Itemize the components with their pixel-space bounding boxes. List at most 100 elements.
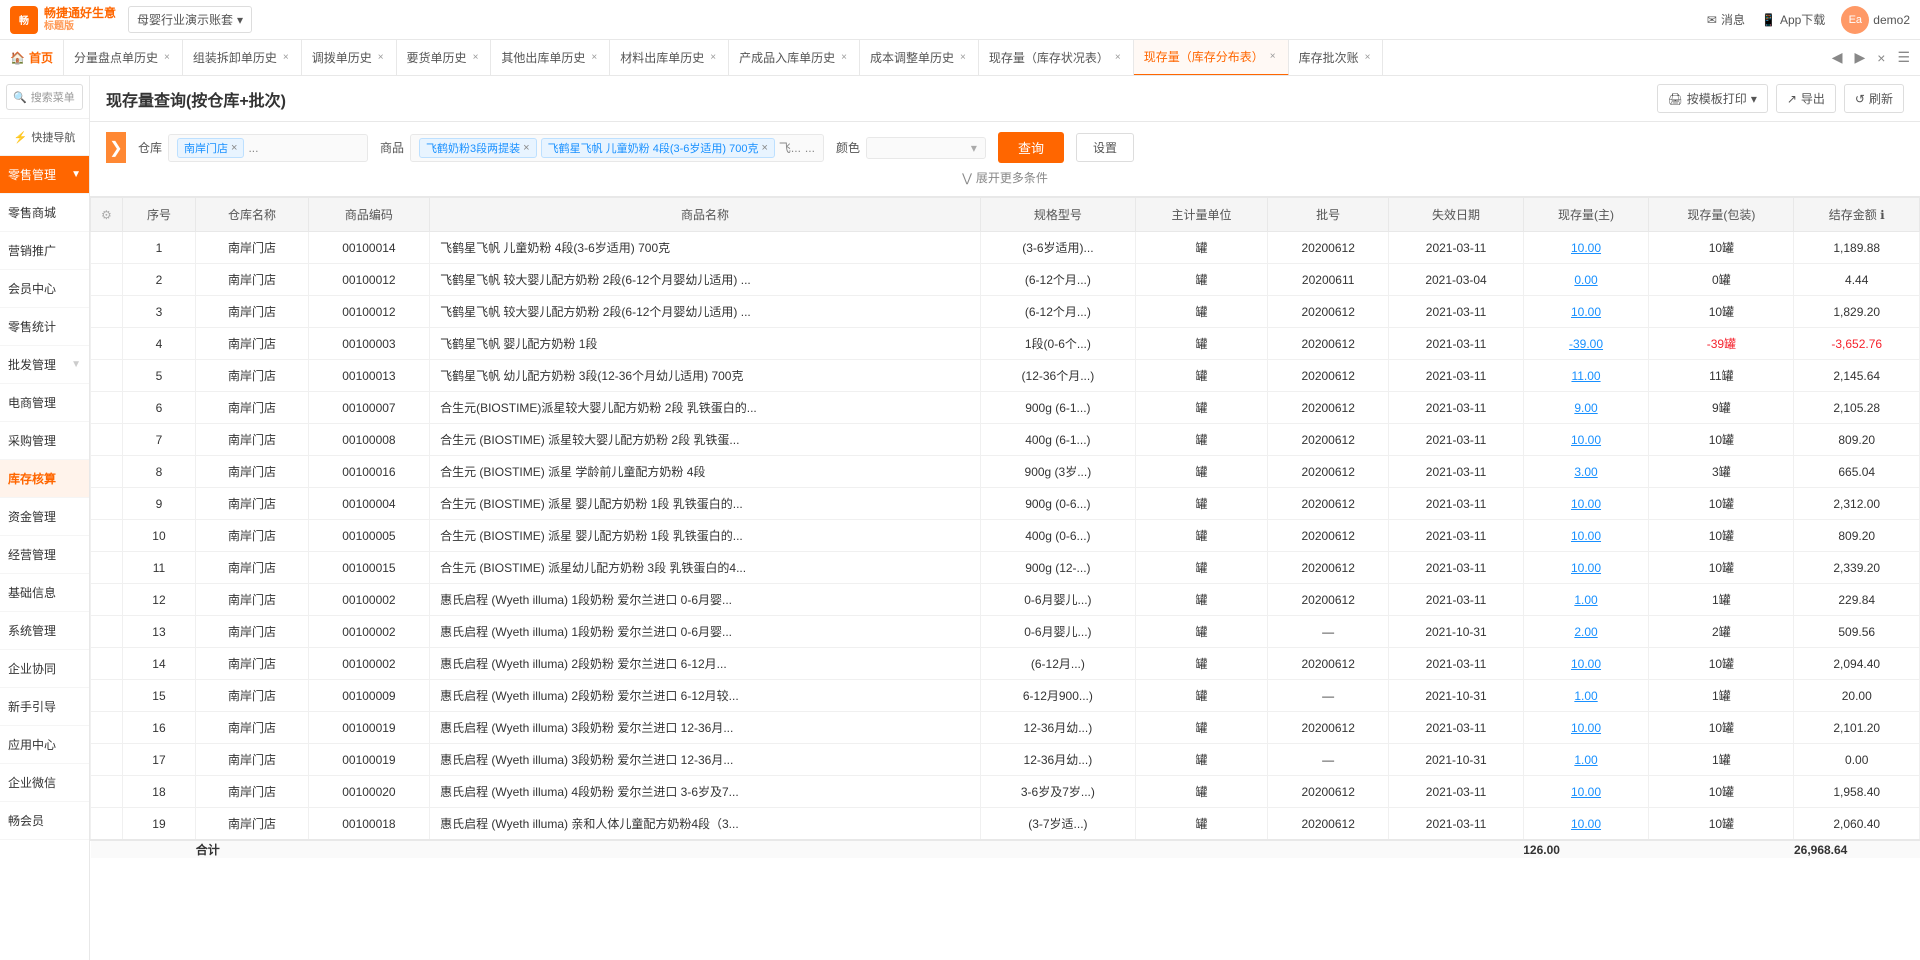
tab-inventory-distribution[interactable]: 现存量（库存分布表） × — [1134, 40, 1289, 76]
sidebar-item-batch-management[interactable]: 批发管理 ▼ — [0, 346, 89, 384]
sidebar-item-app-center[interactable]: 应用中心 — [0, 726, 89, 764]
row-settings[interactable] — [91, 744, 123, 776]
filter-expand-more[interactable]: ⋁ 展开更多条件 — [106, 169, 1904, 186]
tab-menu-button[interactable]: ☰ — [1893, 47, 1914, 68]
row-settings[interactable] — [91, 808, 123, 841]
row-qty-main[interactable]: 1.00 — [1523, 680, 1649, 712]
sidebar-item-quick-nav[interactable]: ⚡ 快捷导航 — [0, 123, 89, 151]
tab-mix-close[interactable]: × — [376, 51, 386, 64]
row-settings[interactable] — [91, 296, 123, 328]
app-download-button[interactable]: 📱 App下载 — [1761, 11, 1825, 28]
row-settings[interactable] — [91, 552, 123, 584]
row-settings[interactable] — [91, 392, 123, 424]
row-settings[interactable] — [91, 712, 123, 744]
sidebar-item-inventory-check[interactable]: 库存核算 — [0, 460, 89, 498]
warehouse-tag-container[interactable]: 南岸门店 × ... — [168, 134, 368, 162]
row-qty-main[interactable]: 10.00 — [1523, 776, 1649, 808]
tab-other-out[interactable]: 其他出库单历史 × — [491, 40, 610, 76]
tab-split-inventory-close[interactable]: × — [162, 51, 172, 64]
row-qty-main[interactable]: 10.00 — [1523, 520, 1649, 552]
product-tag-1[interactable]: 飞鹤奶粉3段两提装 × — [419, 138, 537, 158]
row-settings[interactable] — [91, 264, 123, 296]
tab-material-out[interactable]: 材料出库单历史 × — [610, 40, 729, 76]
product-tag-1-close[interactable]: × — [523, 142, 529, 154]
row-qty-main[interactable]: -39.00 — [1523, 328, 1649, 360]
table-wrapper[interactable]: ⚙ 序号 仓库名称 商品编码 商品名称 规格型号 主计量单位 批号 失效日期 现… — [90, 197, 1920, 960]
tab-mix-history[interactable]: 调拨单历史 × — [302, 40, 397, 76]
row-qty-main[interactable]: 10.00 — [1523, 712, 1649, 744]
row-qty-main[interactable]: 10.00 — [1523, 424, 1649, 456]
product-tag-container[interactable]: 飞鹤奶粉3段两提装 × 飞鹤星飞帆 儿童奶粉 4段(3-6岁适用) 700克 ×… — [410, 134, 824, 162]
row-qty-main[interactable]: 10.00 — [1523, 232, 1649, 264]
tab-cost-adjust[interactable]: 成本调整单历史 × — [860, 40, 979, 76]
row-qty-main[interactable]: 1.00 — [1523, 584, 1649, 616]
row-qty-main[interactable]: 2.00 — [1523, 616, 1649, 648]
row-settings[interactable] — [91, 520, 123, 552]
warehouse-tag-1[interactable]: 南岸门店 × — [177, 138, 244, 158]
row-qty-main[interactable]: 0.00 — [1523, 264, 1649, 296]
row-qty-main[interactable]: 10.00 — [1523, 296, 1649, 328]
tab-want-close[interactable]: × — [471, 51, 481, 64]
user-area[interactable]: Ea demo2 — [1841, 6, 1910, 34]
tab-next-button[interactable]: ▶ — [1850, 47, 1869, 68]
tab-inventory-warehouse[interactable]: 现存量（库存状况表） × — [979, 40, 1134, 76]
tab-batch-ledger-close[interactable]: × — [1363, 51, 1373, 64]
row-settings[interactable] — [91, 328, 123, 360]
row-qty-main[interactable]: 9.00 — [1523, 392, 1649, 424]
tab-cost-adjust-close[interactable]: × — [958, 51, 968, 64]
sidebar-item-retail-management[interactable]: 零售管理 ▼ — [0, 156, 89, 194]
sidebar-item-guide[interactable]: 新手引导 — [0, 688, 89, 726]
row-settings[interactable] — [91, 616, 123, 648]
settings-col-header[interactable]: ⚙ — [91, 198, 123, 232]
row-settings[interactable] — [91, 360, 123, 392]
tab-material-out-close[interactable]: × — [708, 51, 718, 64]
tab-product-in[interactable]: 产成品入库单历史 × — [729, 40, 860, 76]
row-settings[interactable] — [91, 776, 123, 808]
sidebar-item-marketing[interactable]: 营销推广 — [0, 232, 89, 270]
workspace-selector[interactable]: 母婴行业演示账套 ▾ — [128, 6, 252, 33]
row-settings[interactable] — [91, 680, 123, 712]
tab-want-history[interactable]: 要货单历史 × — [397, 40, 492, 76]
sidebar-item-enterprise-wechat[interactable]: 企业微信 — [0, 764, 89, 802]
sidebar-item-operations[interactable]: 经营管理 — [0, 536, 89, 574]
product-tag-2-close[interactable]: × — [761, 142, 767, 154]
settings-icon[interactable]: ⚙ — [101, 208, 112, 222]
sidebar-item-member-center[interactable]: 会员中心 — [0, 270, 89, 308]
row-settings[interactable] — [91, 456, 123, 488]
tab-disassemble-close[interactable]: × — [281, 51, 291, 64]
tab-prev-button[interactable]: ◀ — [1828, 47, 1847, 68]
query-button[interactable]: 查询 — [998, 132, 1064, 163]
row-qty-main[interactable]: 1.00 — [1523, 744, 1649, 776]
sidebar-item-enterprise[interactable]: 企业协同 — [0, 650, 89, 688]
sidebar-item-ecommerce[interactable]: 电商管理 — [0, 384, 89, 422]
row-qty-main[interactable]: 10.00 — [1523, 552, 1649, 584]
product-tag-2[interactable]: 飞鹤星飞帆 儿童奶粉 4段(3-6岁适用) 700克 × — [541, 138, 775, 158]
row-settings[interactable] — [91, 584, 123, 616]
export-button[interactable]: ↗ 导出 — [1776, 84, 1836, 113]
color-tag-container[interactable]: ▾ — [866, 137, 986, 159]
tab-batch-ledger[interactable]: 库存批次账 × — [1289, 40, 1384, 76]
tab-inventory-distribution-close[interactable]: × — [1268, 50, 1278, 63]
row-settings[interactable] — [91, 232, 123, 264]
settings-button[interactable]: 设置 — [1076, 133, 1134, 162]
tab-product-in-close[interactable]: × — [839, 51, 849, 64]
tab-other-out-close[interactable]: × — [589, 51, 599, 64]
sidebar-item-procurement[interactable]: 采购管理 — [0, 422, 89, 460]
sidebar-item-retail-stats[interactable]: 零售统计 — [0, 308, 89, 346]
row-qty-main[interactable]: 3.00 — [1523, 456, 1649, 488]
sidebar-search-box[interactable]: 🔍 搜索菜单 — [6, 84, 83, 110]
sidebar-item-system[interactable]: 系统管理 — [0, 612, 89, 650]
template-print-button[interactable]: 🖨 按模板打印 ▾ — [1657, 84, 1768, 113]
tab-inventory-warehouse-close[interactable]: × — [1113, 51, 1123, 64]
filter-expand-toggle[interactable]: ❯ — [106, 132, 126, 163]
tab-split-inventory[interactable]: 分量盘点单历史 × — [64, 40, 183, 76]
tab-close-all-button[interactable]: × — [1873, 48, 1889, 68]
sidebar-item-membership[interactable]: 畅会员 — [0, 802, 89, 840]
sidebar-item-retail-store[interactable]: 零售商城 — [0, 194, 89, 232]
refresh-button[interactable]: ↺ 刷新 — [1844, 84, 1904, 113]
sidebar-item-basic-info[interactable]: 基础信息 — [0, 574, 89, 612]
tab-disassemble-history[interactable]: 组装拆卸单历史 × — [183, 40, 302, 76]
row-qty-main[interactable]: 10.00 — [1523, 648, 1649, 680]
row-qty-main[interactable]: 11.00 — [1523, 360, 1649, 392]
message-button[interactable]: ✉ 消息 — [1707, 11, 1745, 28]
